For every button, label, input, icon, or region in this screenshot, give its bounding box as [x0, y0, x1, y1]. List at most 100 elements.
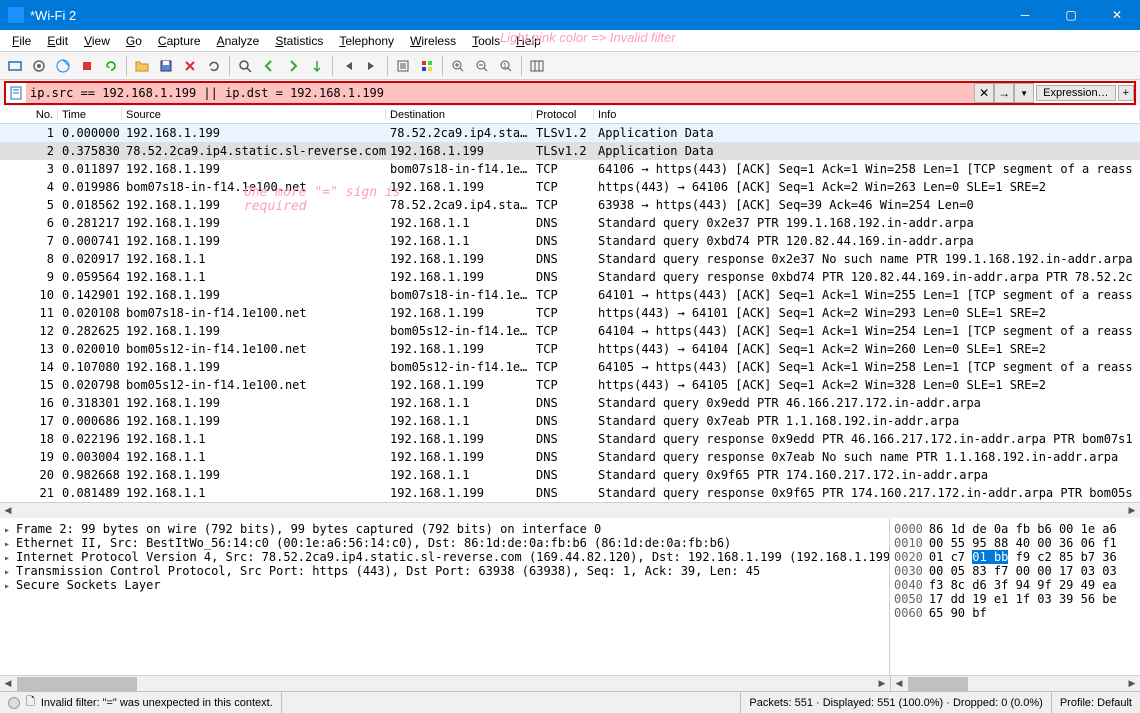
menubar: FileEditViewGoCaptureAnalyzeStatisticsTe… [0, 30, 1140, 52]
tree-item[interactable]: Secure Sockets Layer [4, 578, 885, 592]
packet-details[interactable]: Frame 2: 99 bytes on wire (792 bits), 99… [0, 518, 890, 675]
close-button[interactable]: ✕ [1094, 0, 1140, 30]
packet-row[interactable]: 50.018562192.168.1.19978.52.2ca9.ip4.sta… [0, 196, 1140, 214]
packet-row[interactable]: 130.020010bom05s12-in-f14.1e100.net192.1… [0, 340, 1140, 358]
app-icon [8, 7, 24, 23]
packet-row[interactable]: 140.107080192.168.1.199bom05s12-in-f14.1… [0, 358, 1140, 376]
menu-statistics[interactable]: Statistics [267, 32, 331, 50]
packet-row[interactable]: 60.281217192.168.1.199192.168.1.1DNSStan… [0, 214, 1140, 232]
packet-row[interactable]: 170.000686192.168.1.199192.168.1.1DNSSta… [0, 412, 1140, 430]
zoom-in-icon[interactable] [447, 55, 469, 77]
col-info[interactable]: Info [594, 109, 1140, 121]
reload-icon[interactable] [203, 55, 225, 77]
packet-row[interactable]: 180.022196192.168.1.1192.168.1.199DNSSta… [0, 430, 1140, 448]
restart-capture-icon[interactable] [100, 55, 122, 77]
expression-button[interactable]: Expression… [1036, 85, 1115, 101]
toolbar: 1 [0, 52, 1140, 80]
add-filter-button[interactable]: + [1118, 85, 1134, 101]
packet-row[interactable]: 120.282625192.168.1.199bom05s12-in-f14.1… [0, 322, 1140, 340]
packet-row[interactable]: 200.982668192.168.1.199192.168.1.1DNSSta… [0, 466, 1140, 484]
tree-item[interactable]: Internet Protocol Version 4, Src: 78.52.… [4, 550, 885, 564]
start-capture-icon[interactable] [52, 55, 74, 77]
packet-row[interactable]: 20.37583078.52.2ca9.ip4.static.sl-revers… [0, 142, 1140, 160]
tree-item[interactable]: Ethernet II, Src: BestItWo_56:14:c0 (00:… [4, 536, 885, 550]
col-protocol[interactable]: Protocol [532, 109, 594, 121]
titlebar: *Wi-Fi 2 ─ ▢ ✕ [0, 0, 1140, 30]
filter-history-icon[interactable]: ▼ [1014, 83, 1034, 103]
packet-row[interactable]: 210.081489192.168.1.1192.168.1.199DNSSta… [0, 484, 1140, 502]
packet-row[interactable]: 80.020917192.168.1.1192.168.1.199DNSStan… [0, 250, 1140, 268]
col-time[interactable]: Time [58, 109, 122, 121]
hex-row[interactable]: 005017 dd 19 e1 1f 03 39 56 be [894, 592, 1136, 606]
menu-edit[interactable]: Edit [39, 32, 76, 50]
auto-scroll-icon[interactable] [392, 55, 414, 77]
go-forward-icon[interactable] [282, 55, 304, 77]
statusbar: 🗋 Invalid filter: "=" was unexpected in … [0, 691, 1140, 713]
svg-text:1: 1 [503, 63, 507, 70]
hex-row[interactable]: 003000 05 83 f7 00 00 17 03 03 [894, 564, 1136, 578]
col-source[interactable]: Source [122, 109, 386, 121]
interfaces-icon[interactable] [4, 55, 26, 77]
packet-list-header: No. Time Source Destination Protocol Inf… [0, 106, 1140, 124]
first-packet-icon[interactable] [337, 55, 359, 77]
open-file-icon[interactable] [131, 55, 153, 77]
minimize-button[interactable]: ─ [1002, 0, 1048, 30]
maximize-button[interactable]: ▢ [1048, 0, 1094, 30]
hex-row[interactable]: 0040f3 8c d6 3f 94 9f 29 49 ea [894, 578, 1136, 592]
packet-row[interactable]: 190.003004192.168.1.1192.168.1.199DNSSta… [0, 448, 1140, 466]
packet-list-hscroll[interactable]: ◀▶ [0, 502, 1140, 518]
colorize-icon[interactable] [416, 55, 438, 77]
filter-bookmark-icon[interactable] [6, 83, 26, 103]
hex-row[interactable]: 001000 55 95 88 40 00 36 06 f1 [894, 536, 1136, 550]
tree-item[interactable]: Transmission Control Protocol, Src Port:… [4, 564, 885, 578]
filter-bar: ✕ → ▼ Expression… + [4, 81, 1136, 105]
packet-row[interactable]: 90.059564192.168.1.1192.168.1.199DNSStan… [0, 268, 1140, 286]
packet-bytes[interactable]: 000086 1d de 0a fb b6 00 1e a6001000 55 … [890, 518, 1140, 675]
menu-file[interactable]: File [4, 32, 39, 50]
last-packet-icon[interactable] [361, 55, 383, 77]
packet-row[interactable]: 110.020108bom07s18-in-f14.1e100.net192.1… [0, 304, 1140, 322]
hex-row[interactable]: 000086 1d de 0a fb b6 00 1e a6 [894, 522, 1136, 536]
packet-row[interactable]: 150.020798bom05s12-in-f14.1e100.net192.1… [0, 376, 1140, 394]
window-title: *Wi-Fi 2 [30, 8, 1002, 23]
menu-go[interactable]: Go [118, 32, 150, 50]
find-packet-icon[interactable] [234, 55, 256, 77]
menu-view[interactable]: View [76, 32, 118, 50]
packet-row[interactable]: 160.318301192.168.1.199192.168.1.1DNSSta… [0, 394, 1140, 412]
col-destination[interactable]: Destination [386, 109, 532, 121]
menu-wireless[interactable]: Wireless [402, 32, 464, 50]
clear-filter-icon[interactable]: ✕ [974, 83, 994, 103]
packet-row[interactable]: 40.019986bom07s18-in-f14.1e100.net192.16… [0, 178, 1140, 196]
go-back-icon[interactable] [258, 55, 280, 77]
apply-filter-icon[interactable]: → [994, 83, 1014, 103]
packet-row[interactable]: 100.142901192.168.1.199bom07s18-in-f14.1… [0, 286, 1140, 304]
hex-row[interactable]: 002001 c7 01 bb f9 c2 85 b7 36 [894, 550, 1136, 564]
menu-help[interactable]: Help [508, 32, 549, 50]
packet-row[interactable]: 30.011897192.168.1.199bom07s18-in-f14.1e… [0, 160, 1140, 178]
go-to-packet-icon[interactable] [306, 55, 328, 77]
status-filter-error: Invalid filter: "=" was unexpected in th… [41, 697, 273, 709]
capture-file-icon[interactable]: 🗋 [26, 693, 35, 712]
capture-options-icon[interactable] [28, 55, 50, 77]
col-no[interactable]: No. [0, 109, 58, 121]
display-filter-input[interactable] [26, 83, 974, 103]
tree-item[interactable]: Frame 2: 99 bytes on wire (792 bits), 99… [4, 522, 885, 536]
hex-row[interactable]: 006065 90 bf [894, 606, 1136, 620]
resize-columns-icon[interactable] [526, 55, 548, 77]
menu-capture[interactable]: Capture [150, 32, 209, 50]
details-hscroll[interactable]: ◀▶ ◀▶ [0, 675, 1140, 691]
status-profile[interactable]: Profile: Default [1052, 692, 1140, 713]
zoom-reset-icon[interactable]: 1 [495, 55, 517, 77]
zoom-out-icon[interactable] [471, 55, 493, 77]
menu-analyze[interactable]: Analyze [209, 32, 268, 50]
packet-list[interactable]: One more "=" sign isrequired 10.00000019… [0, 124, 1140, 502]
expert-info-icon[interactable] [8, 697, 20, 709]
packet-row[interactable]: 10.000000192.168.1.19978.52.2ca9.ip4.sta… [0, 124, 1140, 142]
stop-capture-icon[interactable] [76, 55, 98, 77]
menu-tools[interactable]: Tools [464, 32, 508, 50]
close-file-icon[interactable] [179, 55, 201, 77]
packet-row[interactable]: 70.000741192.168.1.199192.168.1.1DNSStan… [0, 232, 1140, 250]
menu-telephony[interactable]: Telephony [331, 32, 402, 50]
save-file-icon[interactable] [155, 55, 177, 77]
status-packets: Packets: 551 · Displayed: 551 (100.0%) ·… [741, 692, 1051, 713]
